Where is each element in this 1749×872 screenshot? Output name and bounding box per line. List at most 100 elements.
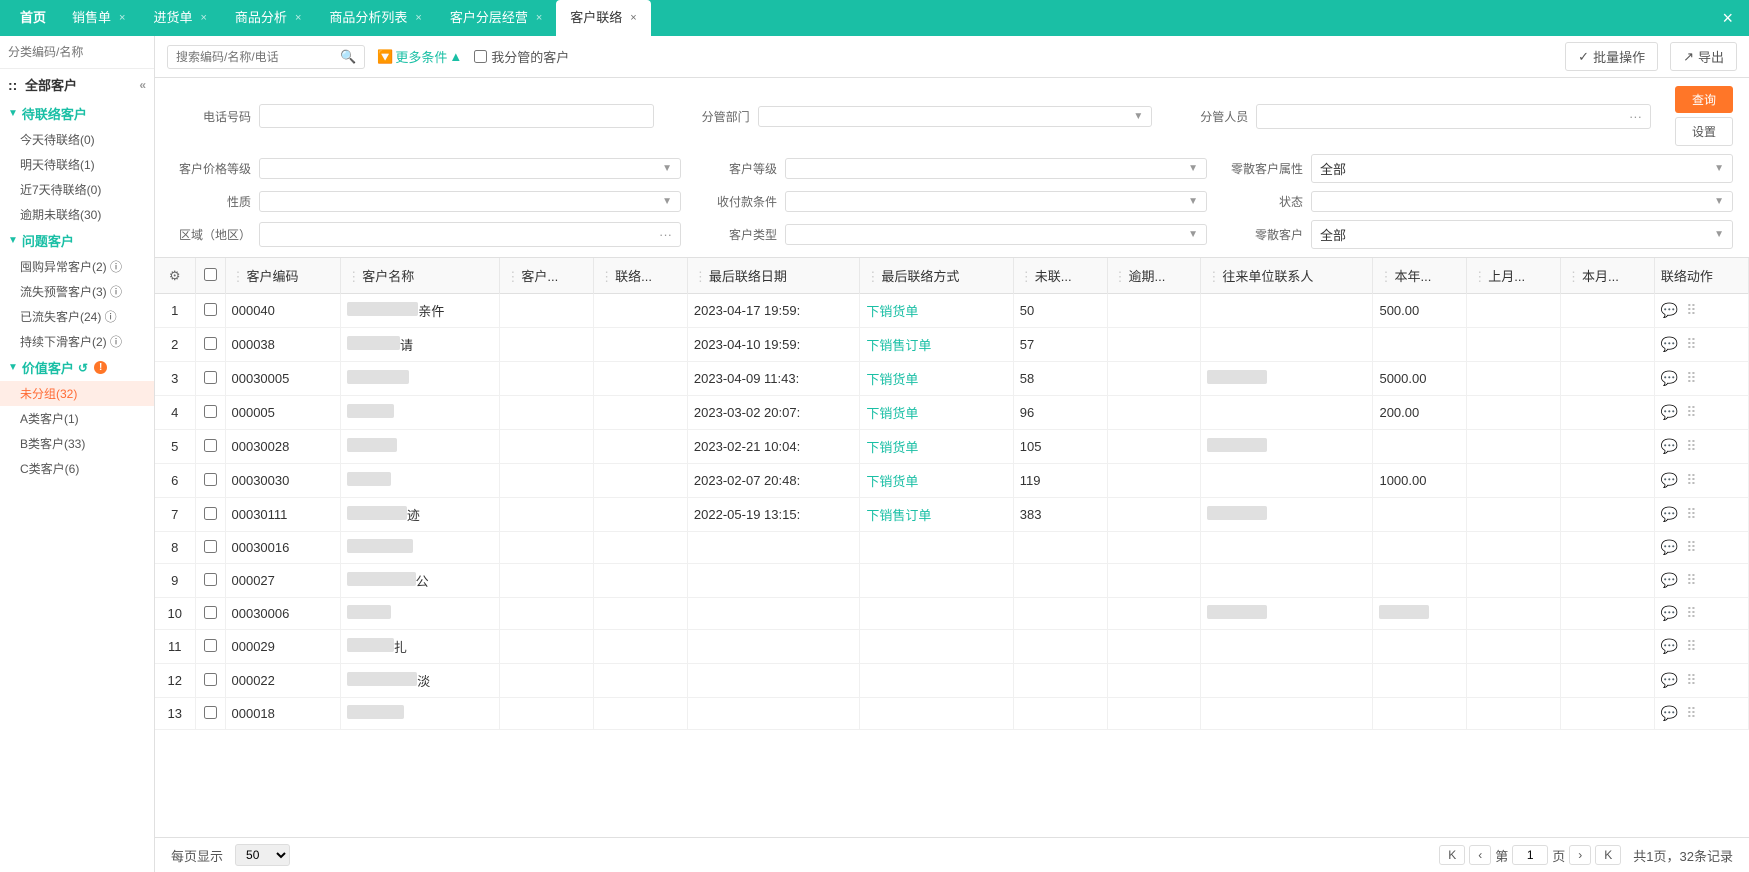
last-method-link[interactable]: 下销售订单 — [866, 338, 931, 353]
my-customers-checkbox[interactable] — [474, 50, 487, 63]
sidebar-search-input[interactable] — [8, 45, 155, 59]
chat-icon[interactable]: 💬 — [1661, 336, 1678, 353]
last-method-link[interactable]: 下销货单 — [866, 474, 918, 489]
row-checkbox[interactable] — [195, 532, 225, 564]
export-button[interactable]: ↗ 导出 — [1670, 42, 1737, 71]
sidebar-item-overdue-pending[interactable]: 逾期未联络(30) — [0, 202, 154, 227]
col-resize-icon3[interactable]: ⋮ — [506, 269, 519, 284]
row-checkbox[interactable] — [195, 328, 225, 362]
sidebar-item-churned[interactable]: 已流失客户(24) ⓘ — [0, 304, 154, 329]
prev-page-button[interactable]: ‹ — [1469, 845, 1491, 865]
apps-icon[interactable]: ⠿ — [1686, 370, 1696, 387]
last-page-button[interactable]: K — [1595, 845, 1621, 865]
sidebar-item-ungrouped[interactable]: 未分组(32) — [0, 381, 154, 406]
sidebar-item-class-b[interactable]: B类客户(33) — [0, 431, 154, 456]
apps-icon[interactable]: ⠿ — [1686, 404, 1696, 421]
last-method-link[interactable]: 下销货单 — [866, 440, 918, 455]
nav-tab-analysis-list[interactable]: 商品分析列表 × — [315, 0, 435, 36]
apps-icon[interactable]: ⠿ — [1686, 336, 1696, 353]
apps-icon[interactable]: ⠿ — [1686, 638, 1696, 655]
row-checkbox[interactable] — [195, 396, 225, 430]
close-segment-tab[interactable]: × — [536, 0, 542, 36]
close-contact-tab[interactable]: × — [630, 0, 636, 36]
last-method-link[interactable]: 下销售订单 — [866, 508, 931, 523]
select-all-checkbox[interactable] — [204, 268, 217, 281]
col-resize-icon12[interactable]: ⋮ — [1567, 269, 1580, 284]
first-page-button[interactable]: K — [1439, 845, 1465, 865]
chat-icon[interactable]: 💬 — [1661, 506, 1678, 523]
nature-select[interactable]: ▼ — [259, 191, 681, 212]
row-checkbox[interactable] — [195, 362, 225, 396]
apps-icon[interactable]: ⠿ — [1686, 605, 1696, 622]
row-checkbox[interactable] — [195, 698, 225, 730]
row-checkbox[interactable] — [195, 664, 225, 698]
chat-icon[interactable]: 💬 — [1661, 572, 1678, 589]
close-purchase-tab[interactable]: × — [200, 0, 206, 36]
chat-icon[interactable]: 💬 — [1661, 438, 1678, 455]
more-filter-btn[interactable]: 🔽 更多条件 ▲ — [377, 47, 462, 66]
apps-icon[interactable]: ⠿ — [1686, 302, 1696, 319]
main-search-input[interactable] — [176, 50, 336, 64]
payment-select[interactable]: ▼ — [785, 191, 1207, 212]
nav-tab-analysis[interactable]: 商品分析 × — [221, 0, 315, 36]
col-resize-icon6[interactable]: ⋮ — [866, 269, 879, 284]
batch-op-button[interactable]: ✓ 批量操作 — [1565, 42, 1658, 71]
col-resize-icon[interactable]: ⋮ — [232, 269, 245, 284]
row-checkbox[interactable] — [195, 464, 225, 498]
sidebar-group-problem[interactable]: ▼ 问题客户 — [0, 227, 154, 254]
chat-icon[interactable]: 💬 — [1661, 472, 1678, 489]
apps-icon[interactable]: ⠿ — [1686, 572, 1696, 589]
chat-icon[interactable]: 💬 — [1661, 605, 1678, 622]
apps-icon[interactable]: ⠿ — [1686, 438, 1696, 455]
chat-icon[interactable]: 💬 — [1661, 302, 1678, 319]
reset-button[interactable]: 设置 — [1675, 117, 1733, 146]
nav-home[interactable]: 首页 — [8, 0, 58, 36]
next-page-button[interactable]: › — [1569, 845, 1591, 865]
row-checkbox[interactable] — [195, 598, 225, 630]
sidebar-item-week-pending[interactable]: 近7天待联络(0) — [0, 177, 154, 202]
apps-icon[interactable]: ⠿ — [1686, 672, 1696, 689]
chat-icon[interactable]: 💬 — [1661, 638, 1678, 655]
query-button[interactable]: 查询 — [1675, 86, 1733, 113]
gear-icon[interactable]: ⚙ — [169, 268, 181, 283]
last-method-link[interactable]: 下销货单 — [866, 304, 918, 319]
col-gear[interactable]: ⚙ — [155, 258, 195, 294]
chat-icon[interactable]: 💬 — [1661, 539, 1678, 556]
sidebar-item-class-c[interactable]: C类客户(6) — [0, 456, 154, 481]
close-analysis-tab[interactable]: × — [295, 0, 301, 36]
col-resize-icon7[interactable]: ⋮ — [1020, 269, 1033, 284]
row-checkbox[interactable] — [195, 498, 225, 532]
row-checkbox[interactable] — [195, 630, 225, 664]
my-customers-checkbox-wrap[interactable]: 我分管的客户 — [474, 47, 569, 66]
sidebar-all-customers[interactable]: :: 全部客户 « — [0, 69, 154, 100]
sidebar-item-class-a[interactable]: A类客户(1) — [0, 406, 154, 431]
status-select[interactable]: ▼ — [1311, 191, 1733, 212]
close-analysis-list-tab[interactable]: × — [415, 0, 421, 36]
refresh-icon[interactable]: ↺ — [78, 361, 88, 375]
dept-select[interactable]: ▼ — [758, 106, 1153, 127]
chat-icon[interactable]: 💬 — [1661, 705, 1678, 722]
nav-tab-sales[interactable]: 销售单 × — [58, 0, 139, 36]
per-page-select[interactable]: 50 20 100 200 — [235, 844, 290, 866]
col-resize-icon2[interactable]: ⋮ — [347, 269, 360, 284]
last-method-link[interactable]: 下销货单 — [866, 372, 918, 387]
price-level-select[interactable]: ▼ — [259, 158, 681, 179]
sidebar-item-tomorrow-pending[interactable]: 明天待联络(1) — [0, 152, 154, 177]
col-resize-icon10[interactable]: ⋮ — [1379, 269, 1392, 284]
sparse-customer-select[interactable]: 全部 ▼ — [1311, 220, 1733, 249]
collapse-icon[interactable]: « — [139, 78, 146, 92]
apps-icon[interactable]: ⠿ — [1686, 472, 1696, 489]
chat-icon[interactable]: 💬 — [1661, 370, 1678, 387]
manager-select[interactable]: ··· — [1256, 104, 1651, 129]
col-checkbox[interactable] — [195, 258, 225, 294]
customer-level-select[interactable]: ▼ — [785, 158, 1207, 179]
row-checkbox[interactable] — [195, 564, 225, 598]
col-resize-icon4[interactable]: ⋮ — [600, 269, 613, 284]
sidebar-item-churn-warning[interactable]: 流失预警客户(3) ⓘ — [0, 279, 154, 304]
row-checkbox[interactable] — [195, 294, 225, 328]
nav-tab-purchase[interactable]: 进货单 × — [139, 0, 220, 36]
apps-icon[interactable]: ⠿ — [1686, 506, 1696, 523]
nav-tab-customer-contact[interactable]: 客户联络 × — [556, 0, 650, 36]
chat-icon[interactable]: 💬 — [1661, 672, 1678, 689]
col-resize-icon9[interactable]: ⋮ — [1207, 269, 1220, 284]
